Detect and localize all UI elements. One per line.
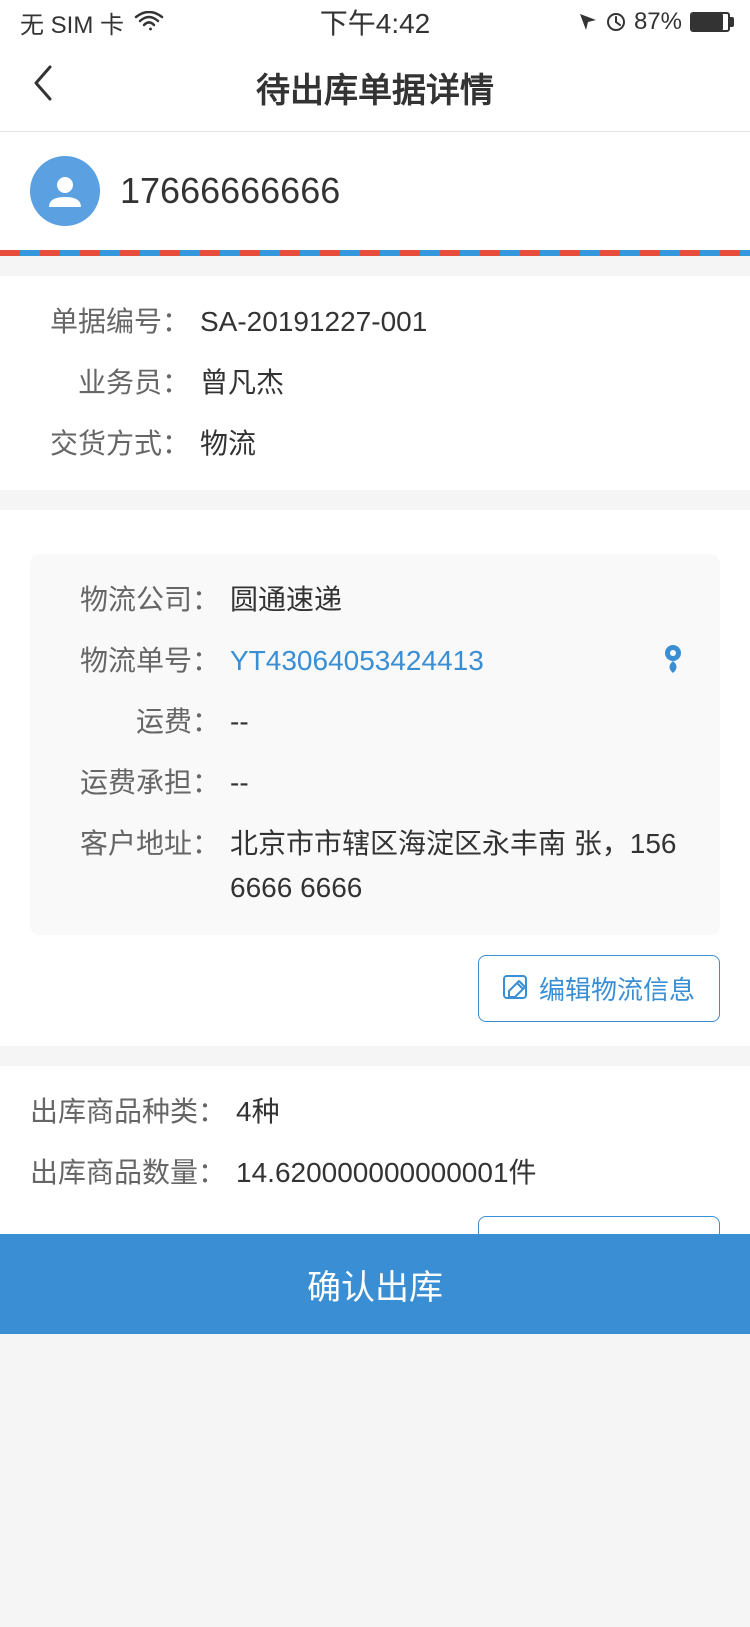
confirm-outbound-button[interactable]: 确认出库 <box>0 1234 750 1334</box>
sales-person-row: 业务员： 曾凡杰 <box>30 361 720 406</box>
battery-indicator <box>690 12 730 32</box>
status-right: 87% <box>578 8 730 36</box>
goods-quantity-value: 14.620000000000001件 <box>236 1151 720 1196</box>
tracking-label: 物流单号： <box>60 639 220 684</box>
order-info-section: 单据编号： SA-20191227-001 业务员： 曾凡杰 交货方式： 物流 <box>0 276 750 490</box>
freight-bearer-value: -- <box>230 761 690 806</box>
freight-label: 运费： <box>60 700 220 745</box>
freight-row: 运费： -- <box>60 700 690 745</box>
battery-text: 87% <box>634 8 682 36</box>
logistics-card: 物流公司： 圆通速递 物流单号： YT43064053424413 运费： -- <box>30 554 720 935</box>
order-number-value: SA-20191227-001 <box>200 300 720 345</box>
wifi-icon <box>134 11 164 33</box>
edit-logistics-button[interactable]: 编辑物流信息 <box>478 955 720 1022</box>
tracking-row: 物流单号： YT43064053424413 <box>60 639 690 684</box>
freight-bearer-row: 运费承担： -- <box>60 761 690 806</box>
order-number-row: 单据编号： SA-20191227-001 <box>30 300 720 345</box>
delivery-method-value: 物流 <box>200 422 720 467</box>
customer-address-label: 客户地址： <box>60 822 220 912</box>
customer-address-row: 客户地址： 北京市市辖区海淀区永丰南 张，156 6666 6666 <box>60 822 690 912</box>
nav-bar: 待出库单据详情 <box>0 44 750 132</box>
confirm-outbound-label: 确认出库 <box>307 1260 443 1309</box>
goods-quantity-row: 出库商品数量： 14.620000000000001件 <box>30 1151 720 1196</box>
order-number-label: 单据编号： <box>30 300 190 345</box>
avatar <box>30 156 100 226</box>
edit-logistics-row: 编辑物流信息 <box>30 955 720 1022</box>
clock-icon <box>606 12 626 32</box>
edit-logistics-label: 编辑物流信息 <box>539 970 695 1007</box>
spacer-area <box>0 1307 750 1507</box>
logistics-company-value: 圆通速递 <box>230 578 690 623</box>
status-left: 无 SIM 卡 <box>20 5 164 40</box>
page-title: 待出库单据详情 <box>256 63 494 112</box>
logistics-company-label: 物流公司： <box>60 578 220 623</box>
edit-icon <box>503 975 531 1003</box>
customer-address-value: 北京市市辖区海淀区永丰南 张，156 6666 6666 <box>230 822 690 912</box>
status-bar: 无 SIM 卡 下午4:42 87% <box>0 0 750 44</box>
goods-types-label: 出库商品种类： <box>30 1090 226 1135</box>
freight-value: -- <box>230 700 690 745</box>
location-pin-icon[interactable] <box>656 639 690 673</box>
sales-person-value: 曾凡杰 <box>200 361 720 406</box>
delivery-method-label: 交货方式： <box>30 422 190 467</box>
delivery-method-row: 交货方式： 物流 <box>30 422 720 467</box>
tracking-value: YT43064053424413 <box>230 639 648 684</box>
customer-phone: 17666666666 <box>120 170 340 212</box>
logistics-section: 物流公司： 圆通速递 物流单号： YT43064053424413 运费： -- <box>0 510 750 1046</box>
back-button[interactable] <box>30 63 54 113</box>
carrier-text: 无 SIM 卡 <box>20 5 124 40</box>
status-time: 下午4:42 <box>320 2 431 42</box>
dashed-divider <box>0 250 750 256</box>
location-arrow-icon <box>578 12 598 32</box>
sales-person-label: 业务员： <box>30 361 190 406</box>
goods-quantity-label: 出库商品数量： <box>30 1151 226 1196</box>
logistics-company-row: 物流公司： 圆通速递 <box>60 578 690 623</box>
customer-header: 17666666666 <box>0 132 750 250</box>
freight-bearer-label: 运费承担： <box>60 761 220 806</box>
goods-types-row: 出库商品种类： 4种 <box>30 1090 720 1135</box>
goods-types-value: 4种 <box>236 1090 720 1135</box>
